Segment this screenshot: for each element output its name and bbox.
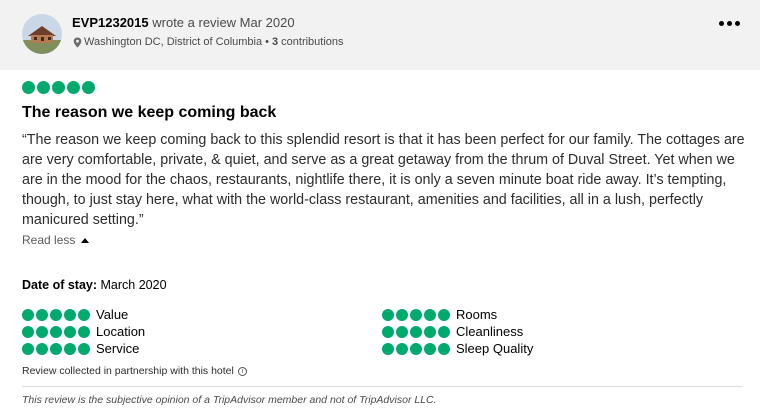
subrating-bubbles: [382, 325, 454, 338]
read-less-button[interactable]: Read less: [22, 233, 90, 247]
subrating-row: Service: [22, 340, 145, 357]
subrating-label: Service: [96, 341, 140, 356]
reviewer-name[interactable]: EVP1232015: [72, 15, 149, 30]
avatar[interactable]: [22, 14, 62, 54]
overall-rating-bubbles: [22, 81, 95, 94]
rating-bubble: [67, 81, 80, 94]
subrating-row: Rooms: [382, 306, 533, 323]
subrating-row: Sleep Quality: [382, 340, 533, 357]
rating-bubble: [52, 81, 65, 94]
subrating-label: Value: [96, 307, 129, 322]
subrating-label: Rooms: [456, 307, 498, 322]
reviewer-line: EVP1232015 wrote a review Mar 2020: [72, 15, 295, 30]
subrating-label: Sleep Quality: [456, 341, 534, 356]
subrating-row: Cleanliness: [382, 323, 533, 340]
meta-separator: •: [265, 36, 269, 48]
more-horizontal-icon[interactable]: [716, 13, 742, 33]
reviewer-location: Washington DC, District of Columbia: [84, 36, 263, 48]
reviewer-contributions: 3 contributions: [272, 36, 344, 48]
subrating-label: Location: [96, 324, 146, 339]
review-disclaimer: This review is the subjective opinion of…: [22, 394, 437, 406]
subrating-row: Location: [22, 323, 145, 340]
subratings-right: Rooms Cleanliness Sleep Quality: [382, 306, 533, 357]
reviewer-meta: Washington DC, District of Columbia • 3 …: [73, 36, 344, 48]
subrating-bubbles: [382, 308, 454, 321]
rating-bubble: [22, 81, 35, 94]
review-header: EVP1232015 wrote a review Mar 2020 Washi…: [0, 0, 760, 70]
date-of-stay: Date of stay: March 2020: [22, 278, 167, 292]
subrating-bubbles: [22, 325, 94, 338]
rating-bubble: [37, 81, 50, 94]
collected-note: Review collected in partnership with thi…: [22, 365, 247, 377]
date-of-stay-label: Date of stay:: [22, 278, 98, 292]
rating-bubble: [82, 81, 95, 94]
info-circle-icon[interactable]: i: [237, 366, 247, 376]
divider: [22, 386, 742, 387]
subrating-label: Cleanliness: [456, 324, 524, 339]
collected-note-text: Review collected in partnership with thi…: [22, 365, 234, 377]
subrating-bubbles: [22, 308, 94, 321]
review-body: “The reason we keep coming back to this …: [22, 132, 745, 228]
subrating-bubbles: [382, 342, 454, 355]
caret-up-icon: [81, 237, 90, 243]
read-less-label: Read less: [22, 233, 76, 247]
review-action-text: wrote a review Mar 2020: [152, 15, 295, 30]
date-of-stay-value: March 2020: [100, 278, 167, 292]
subrating-row: Value: [22, 306, 145, 323]
review-title[interactable]: The reason we keep coming back: [22, 104, 276, 122]
subratings-left: Value Location Service: [22, 306, 145, 357]
contributions-count: 3: [271, 36, 279, 48]
contributions-label: contributions: [281, 36, 344, 48]
subrating-bubbles: [22, 342, 94, 355]
map-pin-icon: [73, 37, 82, 48]
